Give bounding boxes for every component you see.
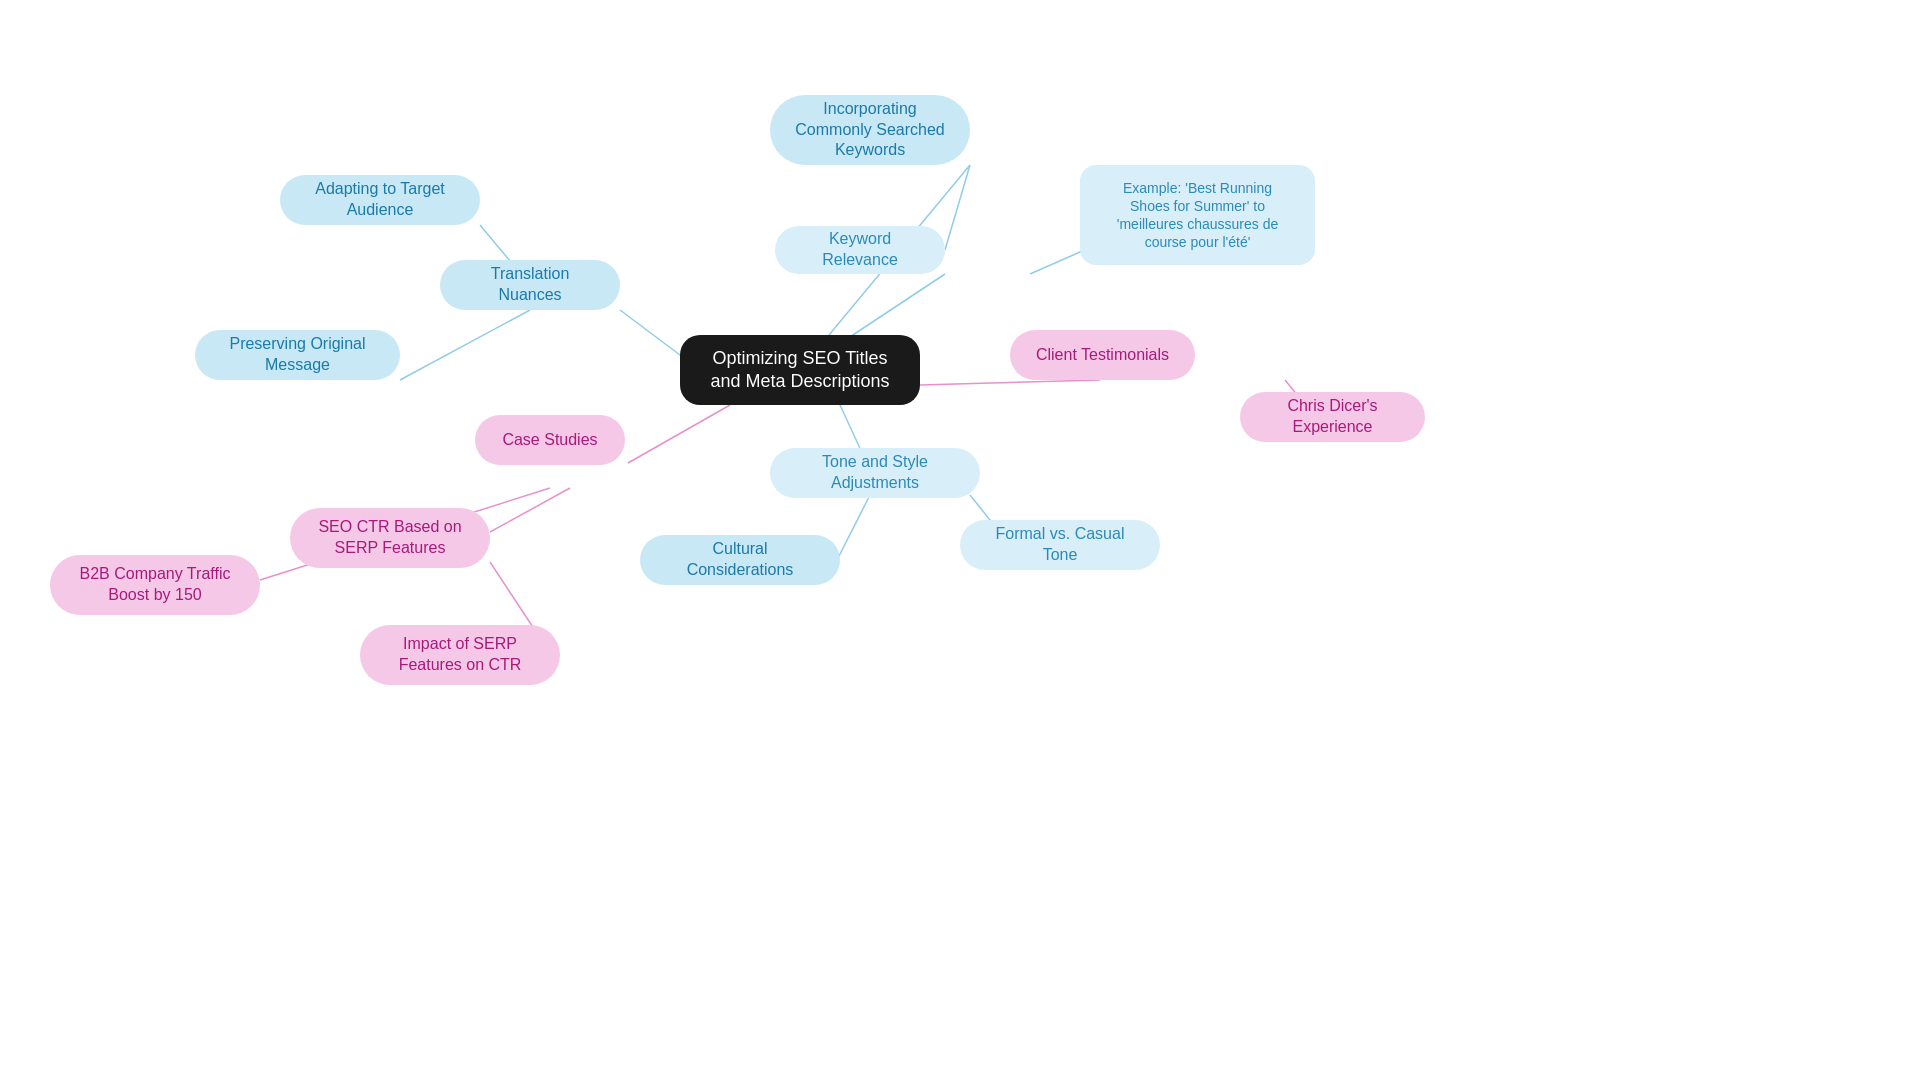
translation-nuances-node[interactable]: Translation Nuances (440, 260, 620, 310)
client-testimonials-label: Client Testimonials (1036, 345, 1169, 366)
seo-ctr-node[interactable]: SEO CTR Based on SERP Features (290, 508, 490, 568)
keyword-relevance-label: Keyword Relevance (799, 229, 921, 271)
center-node[interactable]: Optimizing SEO Titles and Meta Descripti… (680, 335, 920, 405)
incorporating-node[interactable]: Incorporating Commonly Searched Keywords (770, 95, 970, 165)
adapting-label: Adapting to Target Audience (304, 179, 456, 221)
incorporating-label: Incorporating Commonly Searched Keywords (794, 99, 946, 161)
svg-line-8 (838, 495, 870, 558)
tone-style-node[interactable]: Tone and Style Adjustments (770, 448, 980, 498)
preserving-label: Preserving Original Message (219, 334, 376, 376)
svg-line-12 (628, 405, 730, 463)
svg-line-6 (400, 310, 530, 380)
svg-line-13 (490, 488, 570, 532)
tone-style-label: Tone and Style Adjustments (794, 452, 956, 494)
cultural-label: Cultural Considerations (664, 539, 816, 581)
client-testimonials-node[interactable]: Client Testimonials (1010, 330, 1195, 380)
adapting-node[interactable]: Adapting to Target Audience (280, 175, 480, 225)
example-label: Example: 'Best Running Shoes for Summer'… (1104, 179, 1291, 252)
center-node-label: Optimizing SEO Titles and Meta Descripti… (704, 347, 896, 394)
chris-dicer-label: Chris Dicer's Experience (1264, 396, 1401, 438)
case-studies-node[interactable]: Case Studies (475, 415, 625, 465)
b2b-traffic-node[interactable]: B2B Company Traffic Boost by 150 (50, 555, 260, 615)
case-studies-label: Case Studies (502, 430, 597, 451)
formal-casual-node[interactable]: Formal vs. Casual Tone (960, 520, 1160, 570)
cultural-node[interactable]: Cultural Considerations (640, 535, 840, 585)
preserving-node[interactable]: Preserving Original Message (195, 330, 400, 380)
b2b-traffic-label: B2B Company Traffic Boost by 150 (74, 564, 236, 606)
keyword-relevance-node[interactable]: Keyword Relevance (775, 226, 945, 274)
translation-nuances-label: Translation Nuances (464, 264, 596, 306)
svg-line-10 (920, 380, 1100, 385)
chris-dicer-node[interactable]: Chris Dicer's Experience (1240, 392, 1425, 442)
example-node[interactable]: Example: 'Best Running Shoes for Summer'… (1080, 165, 1315, 265)
svg-line-2 (945, 165, 970, 250)
impact-serp-label: Impact of SERP Features on CTR (384, 634, 536, 676)
seo-ctr-label: SEO CTR Based on SERP Features (314, 517, 466, 559)
formal-casual-label: Formal vs. Casual Tone (984, 524, 1136, 566)
impact-serp-node[interactable]: Impact of SERP Features on CTR (360, 625, 560, 685)
